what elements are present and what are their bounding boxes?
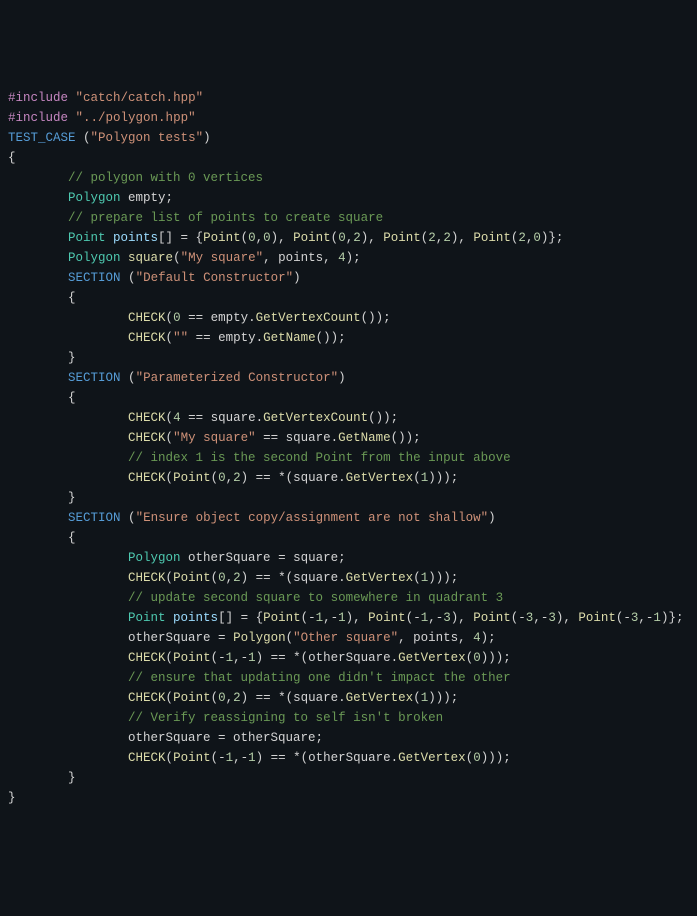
code-line: SECTION ("Default Constructor") bbox=[8, 268, 689, 288]
code-line: otherSquare = otherSquare; bbox=[8, 728, 689, 748]
code-line: CHECK(Point(0,2) == *(square.GetVertex(1… bbox=[8, 468, 689, 488]
code-line: SECTION ("Ensure object copy/assignment … bbox=[8, 508, 689, 528]
code-line: CHECK(Point(-1,-1) == *(otherSquare.GetV… bbox=[8, 648, 689, 668]
code-line: } bbox=[8, 768, 689, 788]
code-line: otherSquare = Polygon("Other square", po… bbox=[8, 628, 689, 648]
code-line: CHECK("My square" == square.GetName()); bbox=[8, 428, 689, 448]
code-line: // index 1 is the second Point from the … bbox=[8, 448, 689, 468]
code-line: CHECK(Point(0,2) == *(square.GetVertex(1… bbox=[8, 688, 689, 708]
code-line: #include "../polygon.hpp" bbox=[8, 108, 689, 128]
code-line: // update second square to somewhere in … bbox=[8, 588, 689, 608]
code-line: // prepare list of points to create squa… bbox=[8, 208, 689, 228]
code-line: } bbox=[8, 348, 689, 368]
code-line: TEST_CASE ("Polygon tests") bbox=[8, 128, 689, 148]
code-line: Polygon empty; bbox=[8, 188, 689, 208]
code-line: // ensure that updating one didn't impac… bbox=[8, 668, 689, 688]
code-line: CHECK("" == empty.GetName()); bbox=[8, 328, 689, 348]
code-line: Point points[] = {Point(-1,-1), Point(-1… bbox=[8, 608, 689, 628]
code-line: { bbox=[8, 388, 689, 408]
code-line: Polygon square("My square", points, 4); bbox=[8, 248, 689, 268]
code-line: CHECK(4 == square.GetVertexCount()); bbox=[8, 408, 689, 428]
code-line: { bbox=[8, 148, 689, 168]
code-line: CHECK(Point(0,2) == *(square.GetVertex(1… bbox=[8, 568, 689, 588]
code-line: { bbox=[8, 288, 689, 308]
code-line: // polygon with 0 vertices bbox=[8, 168, 689, 188]
code-line: CHECK(Point(-1,-1) == *(otherSquare.GetV… bbox=[8, 748, 689, 768]
code-line: // Verify reassigning to self isn't brok… bbox=[8, 708, 689, 728]
code-editor[interactable]: #include "catch/catch.hpp"#include "../p… bbox=[8, 88, 689, 808]
code-line: { bbox=[8, 528, 689, 548]
code-line: Point points[] = {Point(0,0), Point(0,2)… bbox=[8, 228, 689, 248]
code-line: SECTION ("Parameterized Constructor") bbox=[8, 368, 689, 388]
code-line: } bbox=[8, 488, 689, 508]
code-line: CHECK(0 == empty.GetVertexCount()); bbox=[8, 308, 689, 328]
code-line: #include "catch/catch.hpp" bbox=[8, 88, 689, 108]
code-line: Polygon otherSquare = square; bbox=[8, 548, 689, 568]
code-line: } bbox=[8, 788, 689, 808]
